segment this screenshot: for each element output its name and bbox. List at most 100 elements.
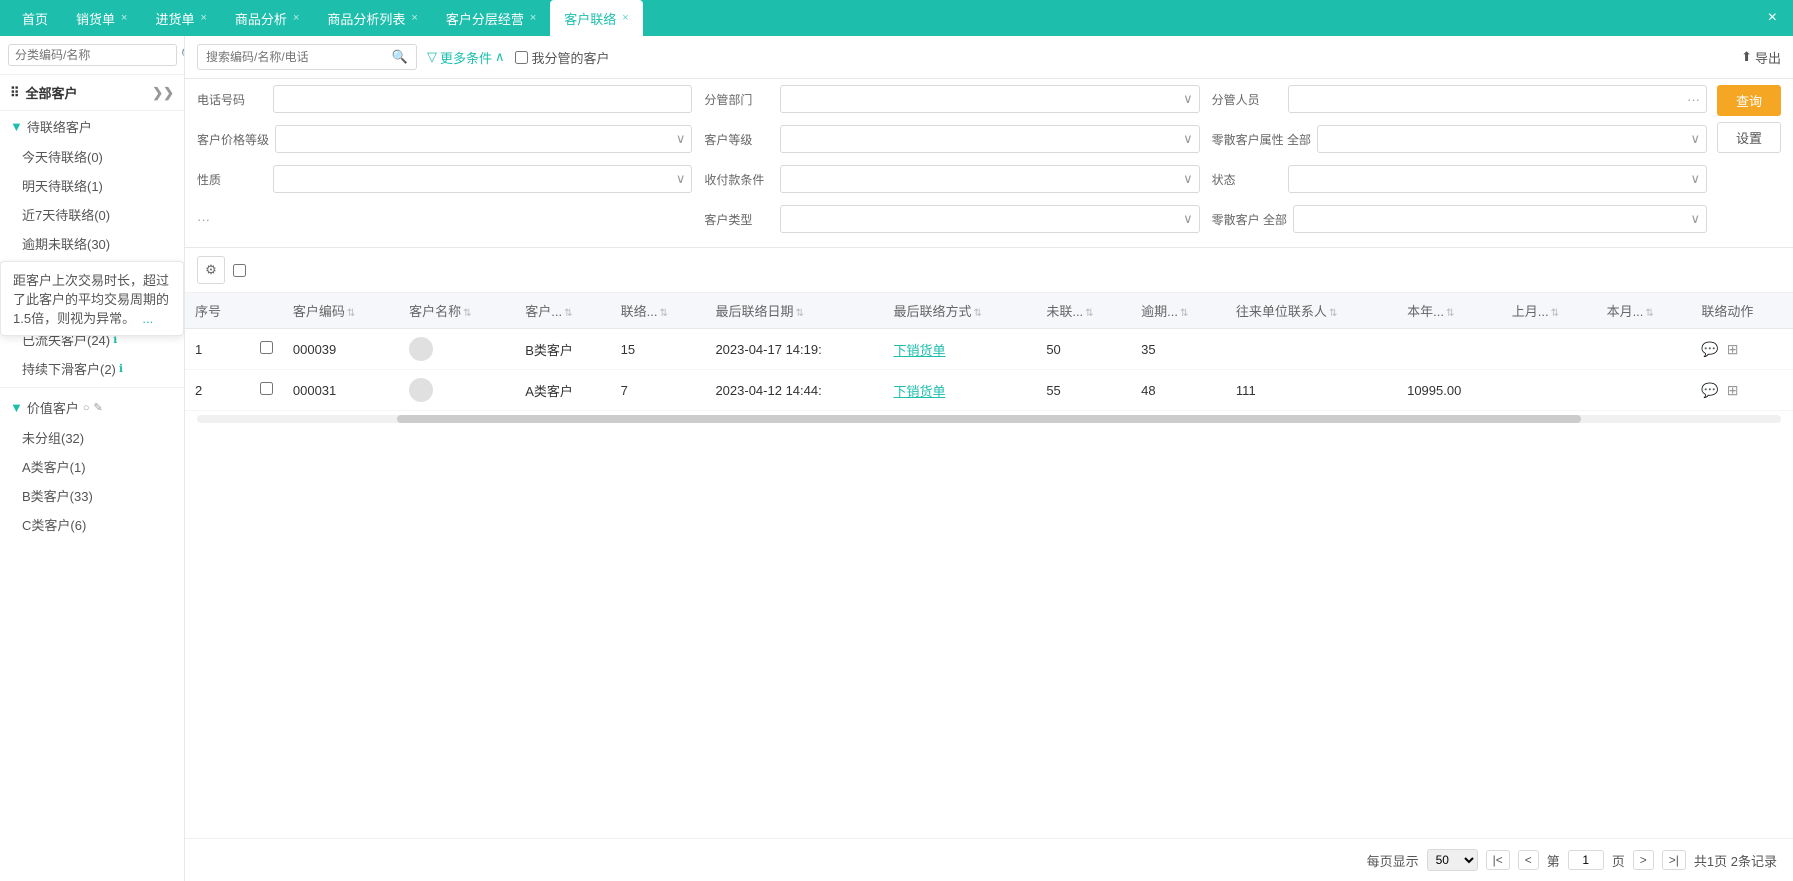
col-last-method[interactable]: 最后联络方式⇅ <box>883 293 1036 329</box>
my-customers-checkbox-area: 我分管的客户 <box>515 48 610 67</box>
nav-tab-purchase[interactable]: 进货单 × <box>141 0 220 36</box>
status-select[interactable]: ∨ <box>1288 165 1707 193</box>
prev-page-btn[interactable]: < <box>1518 850 1539 870</box>
col-contact-count[interactable]: 联络...⇅ <box>611 293 706 329</box>
search-input[interactable] <box>206 50 392 64</box>
page-label: 第 <box>1547 851 1560 870</box>
scroll-thumb[interactable] <box>397 415 1581 423</box>
close-purchase-tab[interactable]: × <box>200 12 206 24</box>
nav-tab-customer-contact[interactable]: 客户联络 × <box>550 0 642 36</box>
pending-contact-group[interactable]: ▼ 待联络客户 <box>0 111 184 142</box>
col-code[interactable]: 客户编码⇅ <box>283 293 399 329</box>
value-customer-edit-icon[interactable]: ✎ <box>94 401 103 414</box>
sidebar-item-overdue[interactable]: 逾期未联络(30) <box>0 229 184 258</box>
close-product-list-tab[interactable]: × <box>411 12 417 24</box>
manager-select[interactable]: ··· <box>1288 85 1707 113</box>
next-page-btn[interactable]: > <box>1633 850 1654 870</box>
per-page-select[interactable]: 50 20 100 <box>1427 849 1478 871</box>
sidebar-item-tomorrow[interactable]: 明天待联络(1) <box>0 171 184 200</box>
sidebar-search-icon[interactable]: 🔍 <box>181 47 185 63</box>
col-overdue[interactable]: 逾期...⇅ <box>1131 293 1226 329</box>
status-chevron: ∨ <box>1690 171 1700 187</box>
sidebar-item-ungroup[interactable]: 未分组(32) <box>0 423 184 452</box>
first-page-btn[interactable]: |< <box>1486 850 1510 870</box>
sort-date-icon: ⇅ <box>795 308 803 319</box>
value-customer-circle-icon[interactable]: ○ <box>83 402 90 414</box>
cell-actions-2: 💬 ⊞ <box>1691 370 1793 411</box>
close-sales-tab[interactable]: × <box>121 12 127 24</box>
cell-contact-count-2: 7 <box>611 370 706 411</box>
sidebar-item-7days[interactable]: 近7天待联络(0) <box>0 200 184 229</box>
query-button[interactable]: 查询 <box>1717 85 1781 116</box>
col-contacts[interactable]: 往来单位联系人⇅ <box>1226 293 1397 329</box>
customer-type-select[interactable]: ∨ <box>780 205 1199 233</box>
row2-checkbox[interactable] <box>260 382 273 395</box>
sidebar-item-c-class[interactable]: C类客户(6) <box>0 510 184 539</box>
cell-name-1 <box>399 329 515 370</box>
row2-action-chat[interactable]: 💬 <box>1701 382 1718 399</box>
row1-action-more[interactable]: ⊞ <box>1727 341 1739 358</box>
more-conditions-btn[interactable]: ▽ 更多条件 ∧ <box>427 48 505 67</box>
col-seq: 序号 <box>185 293 250 329</box>
search-icon[interactable]: 🔍 <box>392 49 408 65</box>
col-this-year[interactable]: 本年...⇅ <box>1397 293 1502 329</box>
nav-tab-product-list[interactable]: 商品分析列表 × <box>313 0 431 36</box>
last-method-link-1[interactable]: 下销货单 <box>893 343 945 358</box>
last-page-btn[interactable]: >| <box>1662 850 1686 870</box>
close-customer-contact-tab[interactable]: × <box>622 12 628 24</box>
table-settings-gear[interactable]: ⚙ <box>197 256 225 284</box>
total-records: 共1页 2条记录 <box>1694 851 1777 870</box>
horizontal-scrollbar[interactable] <box>197 415 1781 423</box>
phone-input[interactable] <box>273 85 692 113</box>
select-all-checkbox[interactable] <box>233 264 246 277</box>
col-type[interactable]: 客户...⇅ <box>515 293 610 329</box>
nav-tab-home[interactable]: 首页 <box>8 0 62 36</box>
export-button[interactable]: ⬆ 导出 <box>1741 48 1781 67</box>
sidebar-item-b-class[interactable]: B类客户(33) <box>0 481 184 510</box>
filter-dept: 分管部门 ∨ <box>704 85 1199 113</box>
row1-checkbox[interactable] <box>260 341 273 354</box>
all-customers-header[interactable]: ⠿ 全部客户 ❯❯ <box>0 75 184 111</box>
nav-tab-customer-tier[interactable]: 客户分层经营 × <box>432 0 550 36</box>
nav-tab-product-analysis[interactable]: 商品分析 × <box>221 0 313 36</box>
sidebar-item-a-class[interactable]: A类客户(1) <box>0 452 184 481</box>
col-this-month[interactable]: 本月...⇅ <box>1597 293 1692 329</box>
dept-select[interactable]: ∨ <box>780 85 1199 113</box>
nav-tab-sales[interactable]: 销货单 × <box>62 0 141 36</box>
close-product-analysis-tab[interactable]: × <box>293 12 299 24</box>
retail-customer-select[interactable]: ∨ <box>1293 205 1707 233</box>
row2-action-more[interactable]: ⊞ <box>1727 382 1739 399</box>
extra-filter-dots[interactable]: ··· <box>197 212 210 227</box>
close-all-button[interactable]: × <box>1760 9 1785 27</box>
grid-icon: ⠿ <box>10 85 20 101</box>
filter-settings-button[interactable]: 设置 <box>1717 122 1781 153</box>
close-customer-tier-tab[interactable]: × <box>530 12 536 24</box>
sidebar-item-today[interactable]: 今天待联络(0) <box>0 142 184 171</box>
retail-attr-select[interactable]: ∨ <box>1317 125 1707 153</box>
filter-retail-attr: 零散客户属性 全部 ∨ <box>1212 125 1707 153</box>
tooltip-more-link[interactable]: ... <box>142 311 153 326</box>
col-not-contacted[interactable]: 未联...⇅ <box>1036 293 1131 329</box>
nature-select[interactable]: ∨ <box>273 165 692 193</box>
sidebar-item-continuous-down[interactable]: 持续下滑客户(2) ℹ <box>0 354 184 383</box>
price-level-select[interactable]: ∨ <box>275 125 692 153</box>
tooltip-box: 距客户上次交易时长，超过了此客户的平均交易周期的1.5倍，则视为异常。 ... <box>0 261 184 336</box>
page-suffix: 页 <box>1612 851 1625 870</box>
status-label: 状态 <box>1212 171 1282 188</box>
row1-action-chat[interactable]: 💬 <box>1701 341 1718 358</box>
page-number-input[interactable] <box>1568 850 1604 870</box>
value-customer-group[interactable]: ▼ 价值客户 ○ ✎ <box>0 392 184 423</box>
last-method-link-2[interactable]: 下销货单 <box>893 384 945 399</box>
col-last-month[interactable]: 上月...⇅ <box>1502 293 1597 329</box>
cell-last-month-2 <box>1502 370 1597 411</box>
col-last-date[interactable]: 最后联络日期⇅ <box>705 293 883 329</box>
advanced-filter: 电话号码 分管部门 ∨ 分管人员 ··· <box>185 79 1793 248</box>
sidebar-search-input[interactable] <box>8 44 177 66</box>
payment-select[interactable]: ∨ <box>780 165 1199 193</box>
col-name[interactable]: 客户名称⇅ <box>399 293 515 329</box>
avatar-1 <box>409 337 433 361</box>
my-customers-label: 我分管的客户 <box>532 48 610 67</box>
customer-level-select[interactable]: ∨ <box>780 125 1199 153</box>
my-customers-checkbox[interactable] <box>515 51 528 64</box>
collapse-sidebar-icon[interactable]: ❯❯ <box>152 85 174 101</box>
